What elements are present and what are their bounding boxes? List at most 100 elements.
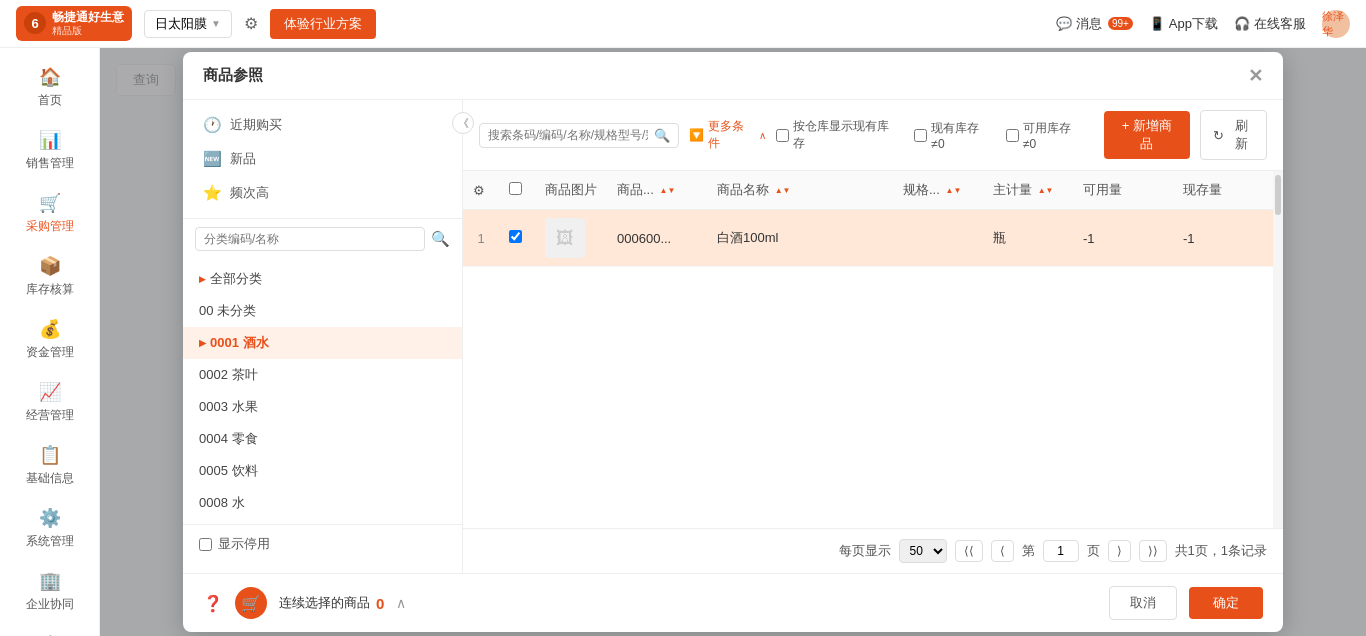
last-page-btn[interactable]: ⟩⟩	[1139, 540, 1167, 562]
dialog-close-button[interactable]: ✕	[1248, 67, 1263, 85]
cat-0004[interactable]: 0004 零食	[183, 423, 462, 455]
sidebar-item-basic[interactable]: 📋 基础信息	[0, 434, 99, 497]
online-service-nav-item[interactable]: 🎧 在线客服	[1234, 15, 1306, 33]
available-not-zero-checkbox[interactable]	[1006, 129, 1019, 142]
cart-count: 0	[376, 595, 384, 612]
product-search-input[interactable]	[488, 128, 648, 142]
sidebar-item-corp[interactable]: 🏢 企业协同	[0, 560, 99, 623]
logo-icon: 6	[24, 12, 46, 34]
stock-not-zero-checkbox[interactable]	[914, 129, 927, 142]
sidebar-item-home[interactable]: 🏠 首页	[0, 56, 99, 119]
cat-0001[interactable]: ▶ 0001 酒水	[183, 327, 462, 359]
cancel-button[interactable]: 取消	[1109, 586, 1177, 620]
row-num: 1	[463, 210, 499, 267]
collapse-panel-button[interactable]: 《	[452, 112, 474, 134]
sidebar-item-inventory[interactable]: 📦 库存核算	[0, 245, 99, 308]
sidebar-item-purchase[interactable]: 🛒 采购管理	[0, 182, 99, 245]
checkbox-available-not-zero[interactable]: 可用库存≠0	[1006, 120, 1084, 151]
dialog-toolbar: 🔍 🔽 更多条件 ∧ 按仓库显示现有库存	[463, 100, 1283, 171]
app-download-nav-item[interactable]: 📱 App下载	[1149, 15, 1218, 33]
help-icon[interactable]: ❓	[203, 594, 223, 613]
clock-icon: 🕐	[203, 116, 222, 134]
by-warehouse-checkbox[interactable]	[776, 129, 789, 142]
category-search-icon[interactable]: 🔍	[431, 230, 450, 248]
cart-expand-icon[interactable]: ∧	[396, 595, 406, 611]
checkbox-by-warehouse[interactable]: 按仓库显示现有库存	[776, 118, 900, 152]
col-name[interactable]: 商品名称 ▲▼	[707, 171, 893, 210]
app-icon: 📱	[1149, 16, 1165, 31]
messages-nav-item[interactable]: 💬 消息 99+	[1056, 15, 1133, 33]
dropdown-arrow-icon: ▼	[211, 18, 221, 29]
add-product-btn[interactable]: + 新增商品	[1104, 111, 1191, 159]
row-checkbox[interactable]	[509, 230, 522, 243]
frequent-btn[interactable]: ⭐ 频次高	[195, 178, 450, 208]
category-search-input[interactable]	[195, 227, 425, 251]
sidebar-item-guide[interactable]: 🎓 新手引导	[0, 623, 99, 636]
row-stock: -1	[1173, 210, 1273, 267]
finance-icon: 💰	[39, 318, 61, 340]
corp-icon: 🏢	[39, 570, 61, 592]
filter-chevron-icon: ∧	[759, 130, 766, 141]
page-label: 第	[1022, 542, 1035, 560]
experience-btn[interactable]: 体验行业方案	[270, 9, 376, 39]
right-scrollbar[interactable]	[1273, 171, 1283, 528]
search-icon[interactable]: 🔍	[654, 128, 670, 143]
col-settings[interactable]: ⚙	[463, 171, 499, 210]
confirm-button[interactable]: 确定	[1189, 587, 1263, 619]
logo-text: 畅捷通好生意 精品版	[52, 10, 124, 36]
sidebar-item-sales[interactable]: 📊 销售管理	[0, 119, 99, 182]
cat-active-icon: ▶	[199, 338, 206, 348]
page-number-input[interactable]	[1043, 540, 1079, 562]
prev-page-btn[interactable]: ⟨	[991, 540, 1014, 562]
product-table-container[interactable]: ⚙ 商品图片 商品...	[463, 171, 1273, 528]
product-reference-dialog: 商品参照 ✕ 《 🕐 近期购买	[183, 52, 1283, 632]
cat-0003[interactable]: 0003 水果	[183, 391, 462, 423]
dialog-overlay: 商品参照 ✕ 《 🕐 近期购买	[100, 48, 1366, 636]
col-checkbox[interactable]	[499, 171, 535, 210]
cat-0005[interactable]: 0005 饮料	[183, 455, 462, 487]
col-spec[interactable]: 规格... ▲▼	[893, 171, 983, 210]
cart-icon[interactable]: 🛒	[235, 587, 267, 619]
user-nav-item[interactable]: 徐泽华	[1322, 10, 1350, 38]
home-icon: 🏠	[39, 66, 61, 88]
sidebar: 🏠 首页 📊 销售管理 🛒 采购管理 📦 库存核算 💰 资金管理 📈 经营管理 …	[0, 48, 100, 636]
cat-00[interactable]: 00 未分类	[183, 295, 462, 327]
cart-info: 连续选择的商品 0	[279, 594, 384, 612]
page-label-end: 页	[1087, 542, 1100, 560]
recent-purchase-btn[interactable]: 🕐 近期购买	[195, 110, 450, 140]
sales-icon: 📊	[39, 129, 61, 151]
col-code[interactable]: 商品... ▲▼	[607, 171, 707, 210]
checkbox-stock-not-zero[interactable]: 现有库存≠0	[914, 120, 992, 151]
headset-icon: 🎧	[1234, 16, 1250, 31]
message-badge: 99+	[1108, 17, 1133, 30]
sort-spec-icon: ▲▼	[945, 186, 961, 195]
page-size-select[interactable]: 50	[899, 539, 947, 563]
dialog-title: 商品参照	[203, 66, 263, 85]
cat-0002[interactable]: 0002 茶叶	[183, 359, 462, 391]
table-row[interactable]: 1 🖼 000600...	[463, 210, 1273, 267]
row-checkbox-cell[interactable]	[499, 210, 535, 267]
dialog-header: 商品参照 ✕	[183, 52, 1283, 100]
show-disabled-checkbox[interactable]	[199, 538, 212, 551]
sort-code-icon: ▲▼	[659, 186, 675, 195]
next-page-btn[interactable]: ⟩	[1108, 540, 1131, 562]
settings-icon[interactable]: ⚙	[244, 14, 258, 33]
sidebar-item-system[interactable]: ⚙️ 系统管理	[0, 497, 99, 560]
col-unit[interactable]: 主计量 ▲▼	[983, 171, 1073, 210]
show-disabled-checkbox-row: 显示停用	[183, 524, 462, 563]
first-page-btn[interactable]: ⟨⟨	[955, 540, 983, 562]
select-all-checkbox[interactable]	[509, 182, 522, 195]
sidebar-item-finance[interactable]: 💰 资金管理	[0, 308, 99, 371]
refresh-btn[interactable]: ↻ 刷新	[1200, 110, 1267, 160]
filter-more-btn[interactable]: 🔽 更多条件 ∧	[689, 118, 766, 152]
sidebar-item-operation[interactable]: 📈 经营管理	[0, 371, 99, 434]
new-products-btn[interactable]: 🆕 新品	[195, 144, 450, 174]
operation-icon: 📈	[39, 381, 61, 403]
inventory-icon: 📦	[39, 255, 61, 277]
store-dropdown[interactable]: 日太阳膜 ▼	[144, 10, 232, 38]
product-search-box[interactable]: 🔍	[479, 123, 679, 148]
cat-0008[interactable]: 0008 水	[183, 487, 462, 519]
cat-all[interactable]: ▶ 全部分类	[183, 263, 462, 295]
purchase-icon: 🛒	[39, 192, 61, 214]
new-icon: 🆕	[203, 150, 222, 168]
